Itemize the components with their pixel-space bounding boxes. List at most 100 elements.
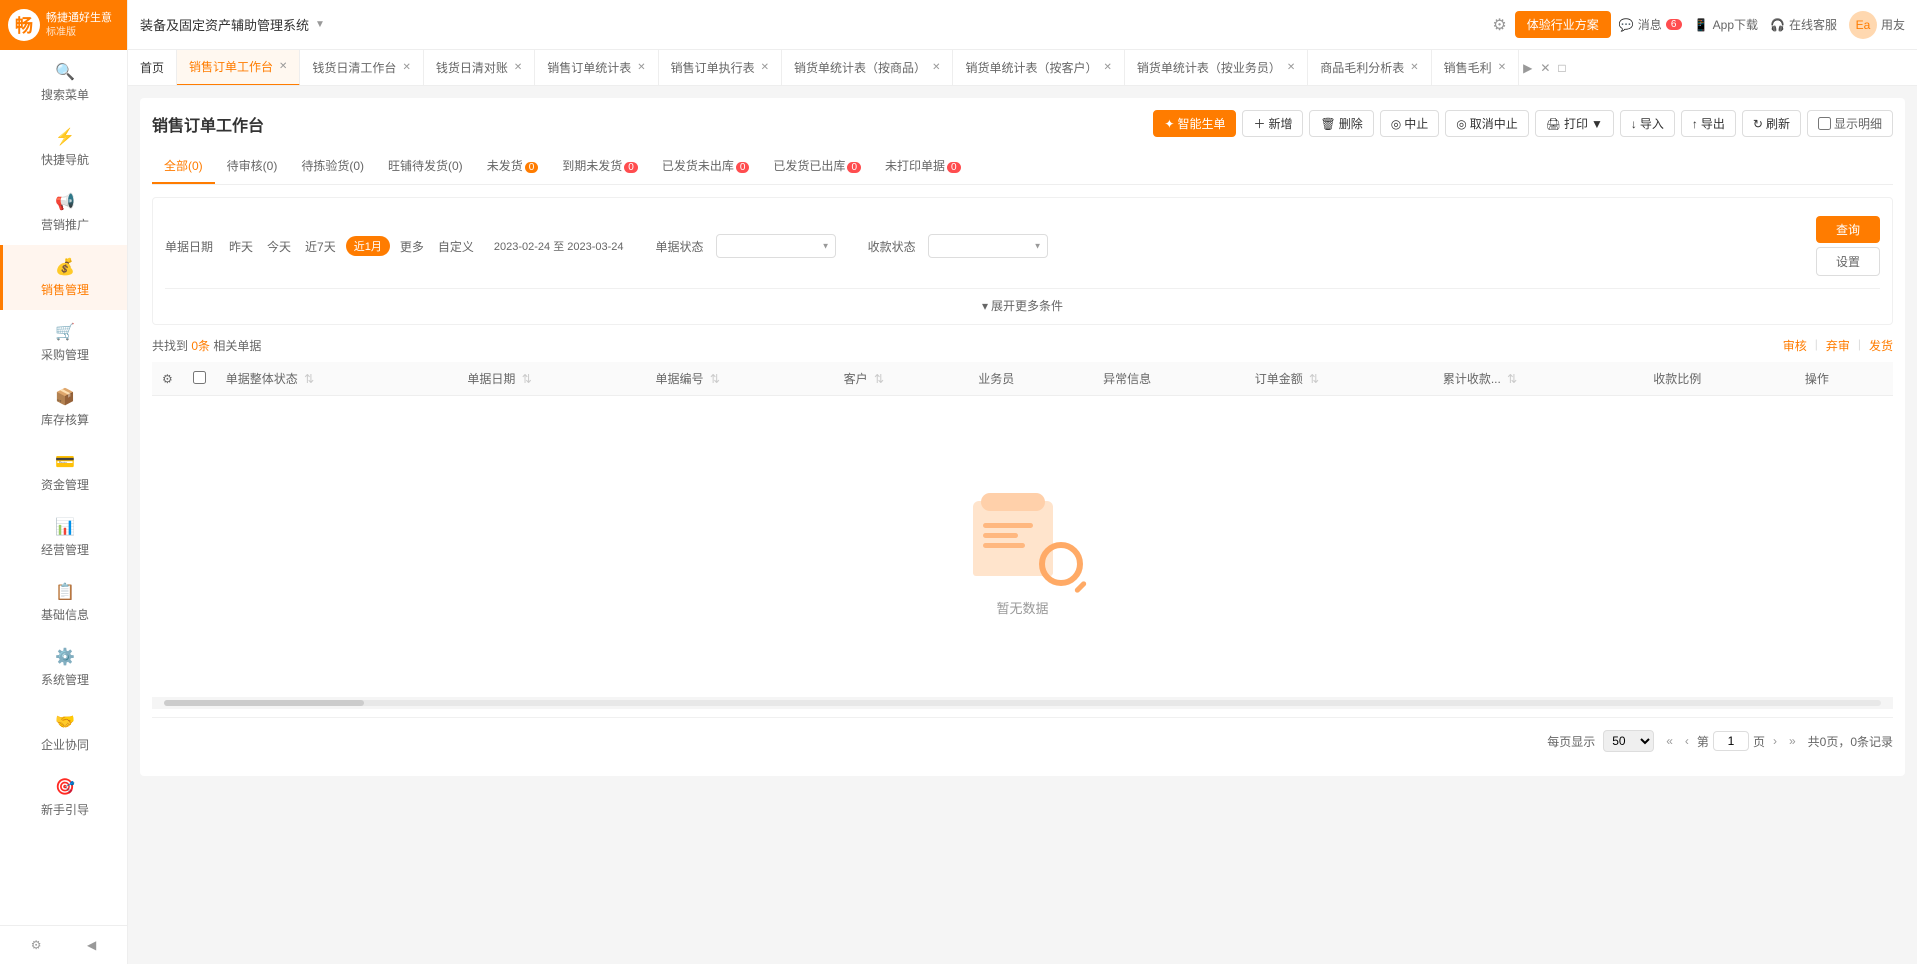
tab-sales-by-goods[interactable]: 销货单统计表（按商品） ✕	[782, 50, 953, 86]
col-settings[interactable]: ⚙	[152, 362, 183, 396]
tab-close-icon[interactable]: ✕	[1103, 62, 1111, 73]
page-number-input[interactable]	[1713, 731, 1749, 751]
tab-close-icon[interactable]: ✕	[761, 62, 769, 73]
subtab-pending-inspect[interactable]: 待拣验货(0)	[289, 149, 376, 184]
date-today[interactable]: 今天	[263, 236, 295, 257]
payment-select[interactable]	[928, 234, 1048, 258]
scroll-thumb[interactable]	[164, 700, 364, 706]
tab-sales-stats[interactable]: 销售订单统计表 ✕	[535, 50, 658, 86]
deliver-action-button[interactable]: 发货	[1869, 337, 1893, 354]
tab-sales-order-workbench[interactable]: 销售订单工作台 ✕	[177, 50, 300, 86]
finance-icon: 💳	[55, 452, 75, 472]
tab-close-icon[interactable]: ✕	[1287, 62, 1295, 73]
sort-icon[interactable]: ⇅	[1309, 372, 1319, 386]
tab-close-icon[interactable]: ✕	[1498, 62, 1506, 73]
sidebar-item-finance[interactable]: 💳 资金管理	[0, 440, 127, 505]
subtab-shipped-not-out[interactable]: 已发货未出库0	[650, 149, 762, 184]
date-custom[interactable]: 自定义	[434, 236, 478, 257]
tab-close-icon[interactable]: ✕	[1410, 62, 1418, 73]
tab-close-icon[interactable]: ✕	[637, 62, 645, 73]
sort-icon[interactable]: ⇅	[1507, 372, 1517, 386]
user-menu-button[interactable]: Ea 用友	[1849, 11, 1905, 39]
sidebar-item-sales[interactable]: 💰 销售管理	[0, 245, 127, 310]
page-actions: ✦ 智能生单 ＋ 新增 🗑 删除 ◎ 中止	[1153, 110, 1893, 137]
select-all-checkbox[interactable]	[193, 371, 206, 384]
payment-filter-label: 收款状态	[868, 238, 916, 255]
tab-profit-analysis[interactable]: 商品毛利分析表 ✕	[1308, 50, 1431, 86]
tab-home[interactable]: 首页	[128, 50, 177, 86]
date-more[interactable]: 更多	[396, 236, 428, 257]
horizontal-scrollbar[interactable]	[152, 697, 1893, 709]
sidebar-item-inventory[interactable]: 📦 库存核算	[0, 375, 127, 440]
sidebar-item-marketing[interactable]: 📢 营销推广	[0, 180, 127, 245]
prev-page-button[interactable]: ‹	[1681, 732, 1693, 750]
query-button[interactable]: 查询	[1816, 216, 1880, 243]
unaudit-action-button[interactable]: 弃审	[1826, 337, 1850, 354]
print-button[interactable]: 🖨 打印 ▼	[1535, 110, 1614, 137]
online-service-button[interactable]: 🎧 在线客服	[1770, 16, 1837, 33]
last-page-button[interactable]: »	[1785, 732, 1800, 750]
sidebar-item-search[interactable]: 🔍 搜索菜单	[0, 50, 127, 115]
sort-icon[interactable]: ⇅	[522, 372, 532, 386]
show-detail-checkbox[interactable]: 显示明细	[1807, 110, 1893, 137]
tab-daily-reconcile[interactable]: 钱货日清对账 ✕	[424, 50, 535, 86]
sidebar-item-enterprise[interactable]: 🤝 企业协同	[0, 700, 127, 765]
date-yesterday[interactable]: 昨天	[225, 236, 257, 257]
tab-sales-by-salesman[interactable]: 销货单统计表（按业务员） ✕	[1125, 50, 1308, 86]
sidebar-item-management[interactable]: 📊 经营管理	[0, 505, 127, 570]
tab-sales-profit[interactable]: 销售毛利 ✕	[1432, 50, 1519, 86]
stop-button[interactable]: ◎ 中止	[1380, 110, 1440, 137]
sort-icon[interactable]: ⇅	[710, 372, 720, 386]
import-button[interactable]: ↓ 导入	[1620, 110, 1675, 137]
first-page-button[interactable]: «	[1662, 732, 1677, 750]
audit-action-button[interactable]: 审核	[1783, 337, 1807, 354]
subtab-all[interactable]: 全部(0)	[152, 149, 215, 184]
tab-close-icon[interactable]: ✕	[932, 62, 940, 73]
sort-icon[interactable]: ⇅	[304, 372, 314, 386]
export-button[interactable]: ↑ 导出	[1681, 110, 1736, 137]
message-button[interactable]: 💬 消息 6	[1619, 16, 1682, 33]
sidebar-item-quicknav[interactable]: ⚡ 快捷导航	[0, 115, 127, 180]
subtab-pending-audit[interactable]: 待审核(0)	[215, 149, 290, 184]
topbar-gear-icon[interactable]: ⚙	[1492, 15, 1506, 35]
refresh-button[interactable]: ↻ 刷新	[1742, 110, 1801, 137]
page-size-select[interactable]: 50 10 20 100	[1603, 730, 1654, 752]
industry-solution-button[interactable]: 体验行业方案	[1515, 11, 1611, 38]
sidebar-item-purchase[interactable]: 🛒 采购管理	[0, 310, 127, 375]
subtab-unshipped[interactable]: 未发货0	[475, 149, 551, 184]
sidebar-item-basic-info[interactable]: 📋 基础信息	[0, 570, 127, 635]
tabs-close-all[interactable]: ✕	[1536, 61, 1554, 75]
status-select[interactable]	[716, 234, 836, 258]
sidebar-item-system[interactable]: ⚙️ 系统管理	[0, 635, 127, 700]
sidebar-item-guide[interactable]: 🎯 新手引导	[0, 765, 127, 830]
date-1month[interactable]: 近1月	[346, 236, 390, 256]
tab-close-icon[interactable]: ✕	[514, 62, 522, 73]
subtab-overdue-unshipped[interactable]: 到期未发货0	[550, 149, 650, 184]
tab-close-icon[interactable]: ✕	[402, 62, 410, 73]
filter-row-1: 单据日期 昨天 今天 近7天 近1月 更多 自定义 2023-02-24 至 2…	[165, 208, 1880, 284]
sidebar-collapse-button[interactable]: ◀	[83, 934, 100, 956]
col-checkbox[interactable]	[183, 362, 216, 396]
cancel-stop-button[interactable]: ◎ 取消中止	[1445, 110, 1529, 137]
show-detail-input[interactable]	[1818, 117, 1831, 130]
subtab-wangpu-pending[interactable]: 旺铺待发货(0)	[376, 149, 475, 184]
app-download-button[interactable]: 📱 App下载	[1694, 16, 1758, 33]
subtab-shipped-out[interactable]: 已发货已出库0	[761, 149, 873, 184]
tab-sales-by-customer[interactable]: 销货单统计表（按客户） ✕	[953, 50, 1124, 86]
date-7days[interactable]: 近7天	[301, 236, 340, 257]
next-page-button[interactable]: ›	[1769, 732, 1781, 750]
add-button[interactable]: ＋ 新增	[1242, 110, 1303, 137]
smart-generate-button[interactable]: ✦ 智能生单	[1153, 110, 1236, 137]
sidebar-settings-button[interactable]: ⚙	[27, 934, 46, 956]
tab-daily-clear[interactable]: 钱货日清工作台 ✕	[300, 50, 423, 86]
sort-icon[interactable]: ⇅	[874, 372, 884, 386]
system-title: 装备及固定资产辅助管理系统 ▼	[140, 15, 1484, 34]
tabs-maximize[interactable]: □	[1554, 61, 1569, 75]
set-button[interactable]: 设置	[1816, 247, 1880, 276]
expand-filter-button[interactable]: ▾ 展开更多条件	[982, 297, 1063, 314]
subtab-unprinted[interactable]: 未打印单据0	[873, 149, 973, 184]
tab-sales-exec[interactable]: 销售订单执行表 ✕	[659, 50, 782, 86]
tab-close-icon[interactable]: ✕	[279, 61, 287, 72]
tabs-scroll-right[interactable]: ▶	[1519, 61, 1536, 75]
delete-button[interactable]: 🗑 删除	[1309, 110, 1373, 137]
